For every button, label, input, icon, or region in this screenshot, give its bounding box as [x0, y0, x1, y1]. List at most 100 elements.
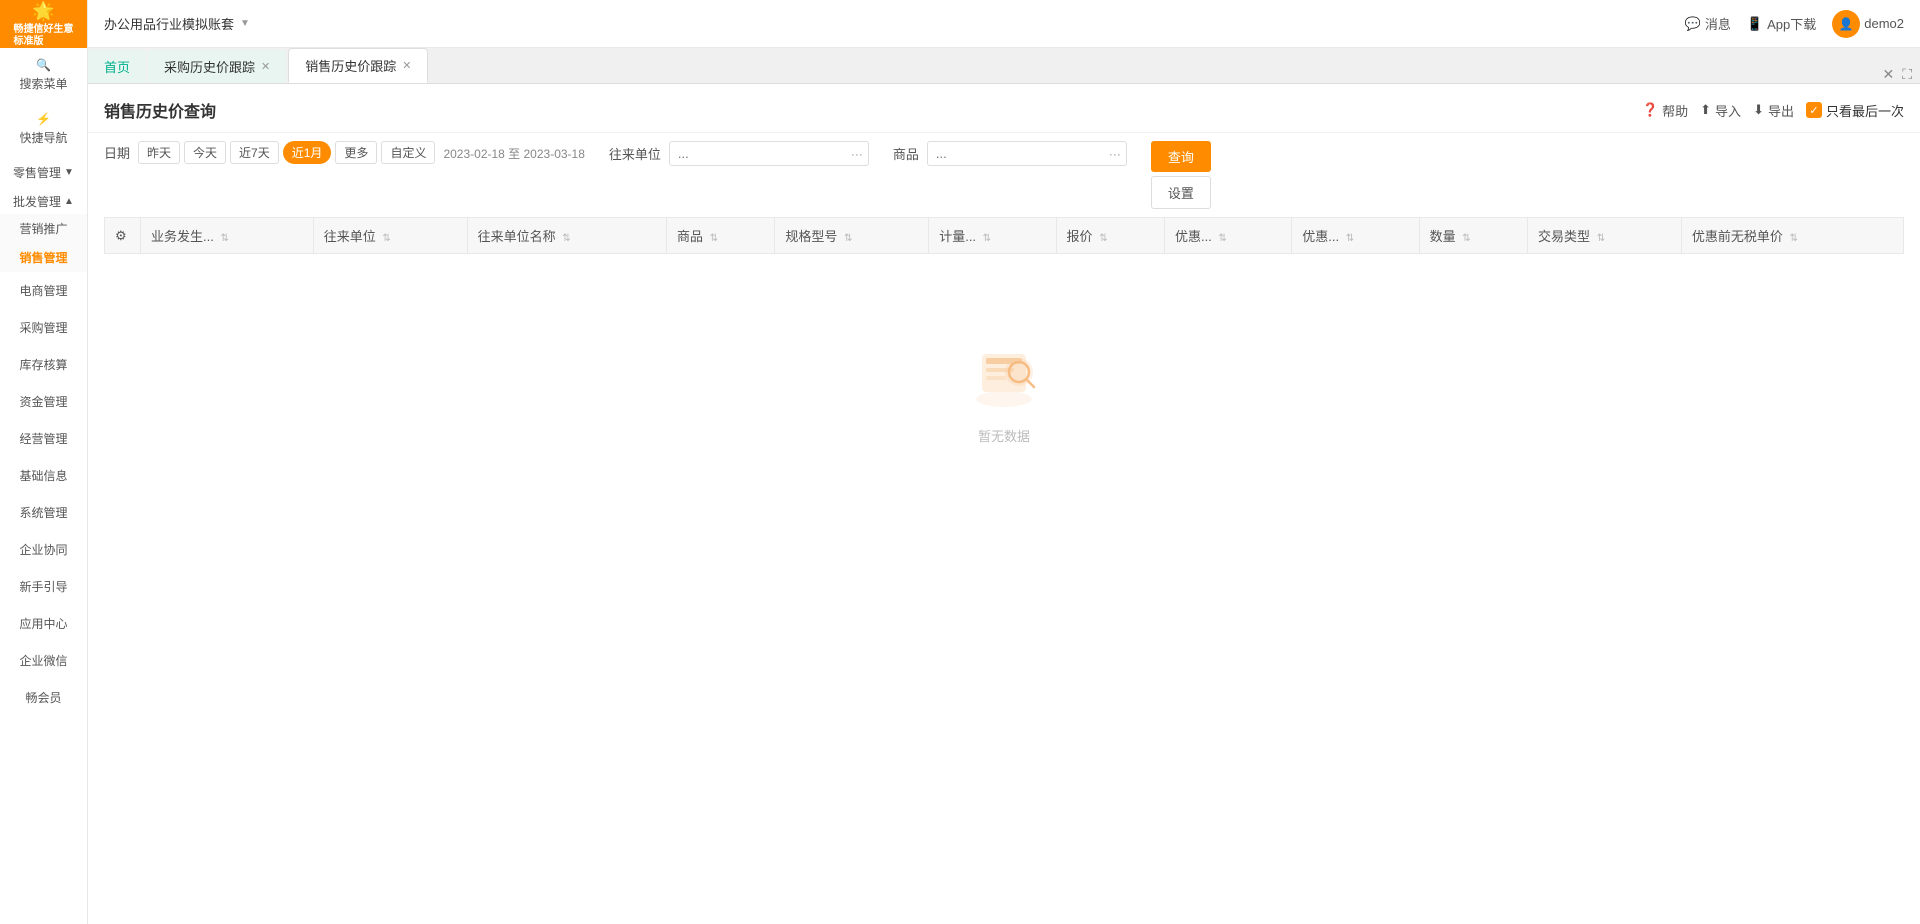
- sidebar-item-purchase-label: 采购管理: [19, 319, 67, 336]
- topbar-app-download-action[interactable]: 📱 App下载: [1747, 14, 1816, 33]
- marketing-label: 营销推广: [19, 222, 67, 236]
- date-btn-yesterday[interactable]: 昨天: [138, 141, 180, 164]
- topbar-title: 办公用品行业模拟账套 ▼: [104, 14, 1673, 33]
- sidebar-item-ecommerce[interactable]: 电商管理: [0, 272, 87, 309]
- partner-input-wrap: ···: [669, 141, 869, 166]
- tab-home-label: 首页: [104, 57, 130, 76]
- sidebar-item-member[interactable]: 畅会员: [0, 679, 87, 716]
- sort-icon-10: ⇅: [1462, 233, 1470, 244]
- date-filter-group: 日期 昨天 今天 近7天 近1月 更多 自定义 2023-02-18 至 202…: [104, 141, 585, 164]
- maximize-window-btn[interactable]: ⛶: [1902, 66, 1912, 83]
- tab-sales-history[interactable]: 销售历史价跟踪 ✕: [288, 48, 428, 83]
- sidebar-item-sales[interactable]: 销售管理: [0, 243, 87, 272]
- sidebar-item-search[interactable]: 🔍 搜索菜单: [0, 48, 87, 102]
- col-goods[interactable]: 商品 ⇅: [666, 218, 774, 254]
- settings-button[interactable]: 设置: [1151, 176, 1211, 209]
- sidebar-item-shortcut-label: 快捷导航: [19, 129, 67, 146]
- only-last-checkbox[interactable]: ✓ 只看最后一次: [1806, 101, 1904, 120]
- sort-icon-6: ⇅: [983, 233, 991, 244]
- sidebar-item-operations[interactable]: 经营管理: [0, 420, 87, 457]
- import-action[interactable]: ⬆ 导入: [1700, 101, 1741, 120]
- col-partner-code[interactable]: 往来单位 ⇅: [313, 218, 467, 254]
- sidebar-item-system[interactable]: 系统管理: [0, 494, 87, 531]
- tab-purchase-history-label: 采购历史价跟踪: [164, 57, 255, 76]
- goods-input[interactable]: [927, 141, 1127, 166]
- col-trade-type[interactable]: 交易类型 ⇅: [1528, 218, 1682, 254]
- col-settings[interactable]: ⚙: [105, 218, 141, 254]
- sort-icon-5: ⇅: [844, 233, 852, 244]
- table-wrapper: ⚙ 业务发生... ⇅ 往来单位 ⇅ 往来单位名称 ⇅: [88, 217, 1920, 254]
- date-btn-today[interactable]: 今天: [184, 141, 226, 164]
- page-header-actions: ❓ 帮助 ⬆ 导入 ⬇ 导出 ✓ 只看最后一次: [1642, 101, 1904, 120]
- sidebar-item-member-label: 畅会员: [25, 689, 61, 706]
- sidebar-item-apps-label: 应用中心: [19, 615, 67, 632]
- sort-icon-11: ⇅: [1597, 233, 1605, 244]
- avatar: 👤: [1832, 10, 1860, 38]
- tab-purchase-history-close[interactable]: ✕: [261, 60, 270, 73]
- topbar-message-action[interactable]: 💬 消息: [1685, 14, 1731, 33]
- col-discount2[interactable]: 优惠... ⇅: [1292, 218, 1419, 254]
- sidebar-item-purchase[interactable]: 采购管理: [0, 309, 87, 346]
- topbar-title-text: 办公用品行业模拟账套: [104, 14, 234, 33]
- sort-icon-4: ⇅: [710, 233, 718, 244]
- sidebar-item-retail[interactable]: 零售管理: [0, 156, 87, 185]
- col-partner-code-label: 往来单位: [324, 229, 376, 244]
- sidebar-item-wechat[interactable]: 企业微信: [0, 642, 87, 679]
- col-spec[interactable]: 规格型号 ⇅: [775, 218, 929, 254]
- goods-label: 商品: [893, 144, 919, 163]
- tab-home[interactable]: 首页: [88, 50, 146, 83]
- sidebar-item-enterprise[interactable]: 企业协同: [0, 531, 87, 568]
- col-quoted-price-label: 报价: [1067, 229, 1093, 244]
- sidebar-item-finance-label: 资金管理: [19, 393, 67, 410]
- col-quoted-price[interactable]: 报价 ⇅: [1056, 218, 1164, 254]
- tab-sales-history-close[interactable]: ✕: [402, 59, 411, 72]
- sidebar-item-apps[interactable]: 应用中心: [0, 605, 87, 642]
- date-range-text: 2023-02-18 至 2023-03-18: [443, 145, 584, 162]
- topbar: 办公用品行业模拟账套 ▼ 💬 消息 📱 App下载 👤 demo2: [88, 0, 1920, 48]
- search-button[interactable]: 查询: [1151, 141, 1211, 172]
- search-buttons-group: 查询 设置: [1151, 141, 1211, 209]
- export-action[interactable]: ⬇ 导出: [1753, 101, 1794, 120]
- col-discount1[interactable]: 优惠... ⇅: [1164, 218, 1291, 254]
- partner-input[interactable]: [669, 141, 869, 166]
- shortcut-icon: ⚡: [36, 112, 51, 126]
- table-header: ⚙ 业务发生... ⇅ 往来单位 ⇅ 往来单位名称 ⇅: [105, 218, 1904, 254]
- sidebar-item-inventory[interactable]: 库存核算: [0, 346, 87, 383]
- tab-purchase-history[interactable]: 采购历史价跟踪 ✕: [148, 50, 286, 83]
- topbar-dropdown-icon[interactable]: ▼: [240, 18, 250, 29]
- export-label: 导出: [1768, 101, 1794, 120]
- col-unit[interactable]: 计量... ⇅: [929, 218, 1056, 254]
- partner-filter-group: 往来单位 ···: [609, 141, 869, 166]
- sort-icon-7: ⇅: [1099, 233, 1107, 244]
- date-btn-custom[interactable]: 自定义: [381, 141, 435, 164]
- sidebar-item-marketing[interactable]: 营销推广: [0, 214, 87, 243]
- col-business-date[interactable]: 业务发生... ⇅: [141, 218, 314, 254]
- sidebar-item-wechat-label: 企业微信: [19, 652, 67, 669]
- date-btn-last7days[interactable]: 近7天: [230, 141, 279, 164]
- partner-input-more-icon[interactable]: ···: [851, 147, 863, 161]
- tab-sales-history-label: 销售历史价跟踪: [305, 56, 396, 75]
- sidebar-item-base[interactable]: 基础信息: [0, 457, 87, 494]
- col-partner-name[interactable]: 往来单位名称 ⇅: [467, 218, 666, 254]
- filter-row: 日期 昨天 今天 近7天 近1月 更多 自定义 2023-02-18 至 202…: [88, 133, 1920, 217]
- col-spec-label: 规格型号: [785, 229, 837, 244]
- sort-icon-1: ⇅: [220, 233, 228, 244]
- sort-icon-3: ⇅: [562, 233, 570, 244]
- content-area: 销售历史价查询 ❓ 帮助 ⬆ 导入 ⬇ 导出 ✓ 只看最后一次: [88, 84, 1920, 924]
- col-quantity[interactable]: 数量 ⇅: [1419, 218, 1527, 254]
- help-action[interactable]: ❓ 帮助: [1642, 101, 1688, 120]
- topbar-user-action[interactable]: 👤 demo2: [1832, 10, 1904, 38]
- sidebar-item-base-label: 基础信息: [19, 467, 67, 484]
- message-icon: 💬: [1685, 16, 1701, 32]
- sidebar-item-wholesale[interactable]: 批发管理: [0, 185, 87, 214]
- sidebar-item-enterprise-label: 企业协同: [19, 541, 67, 558]
- retail-label: 零售管理: [13, 164, 61, 181]
- close-window-btn[interactable]: ✕: [1882, 66, 1894, 83]
- sidebar-item-finance[interactable]: 资金管理: [0, 383, 87, 420]
- col-pretax-price[interactable]: 优惠前无税单价 ⇅: [1681, 218, 1903, 254]
- goods-input-more-icon[interactable]: ···: [1109, 147, 1121, 161]
- sidebar-item-guide[interactable]: 新手引导: [0, 568, 87, 605]
- date-btn-last1month[interactable]: 近1月: [283, 141, 332, 164]
- sidebar-item-shortcut[interactable]: ⚡ 快捷导航: [0, 102, 87, 156]
- date-btn-more[interactable]: 更多: [335, 141, 377, 164]
